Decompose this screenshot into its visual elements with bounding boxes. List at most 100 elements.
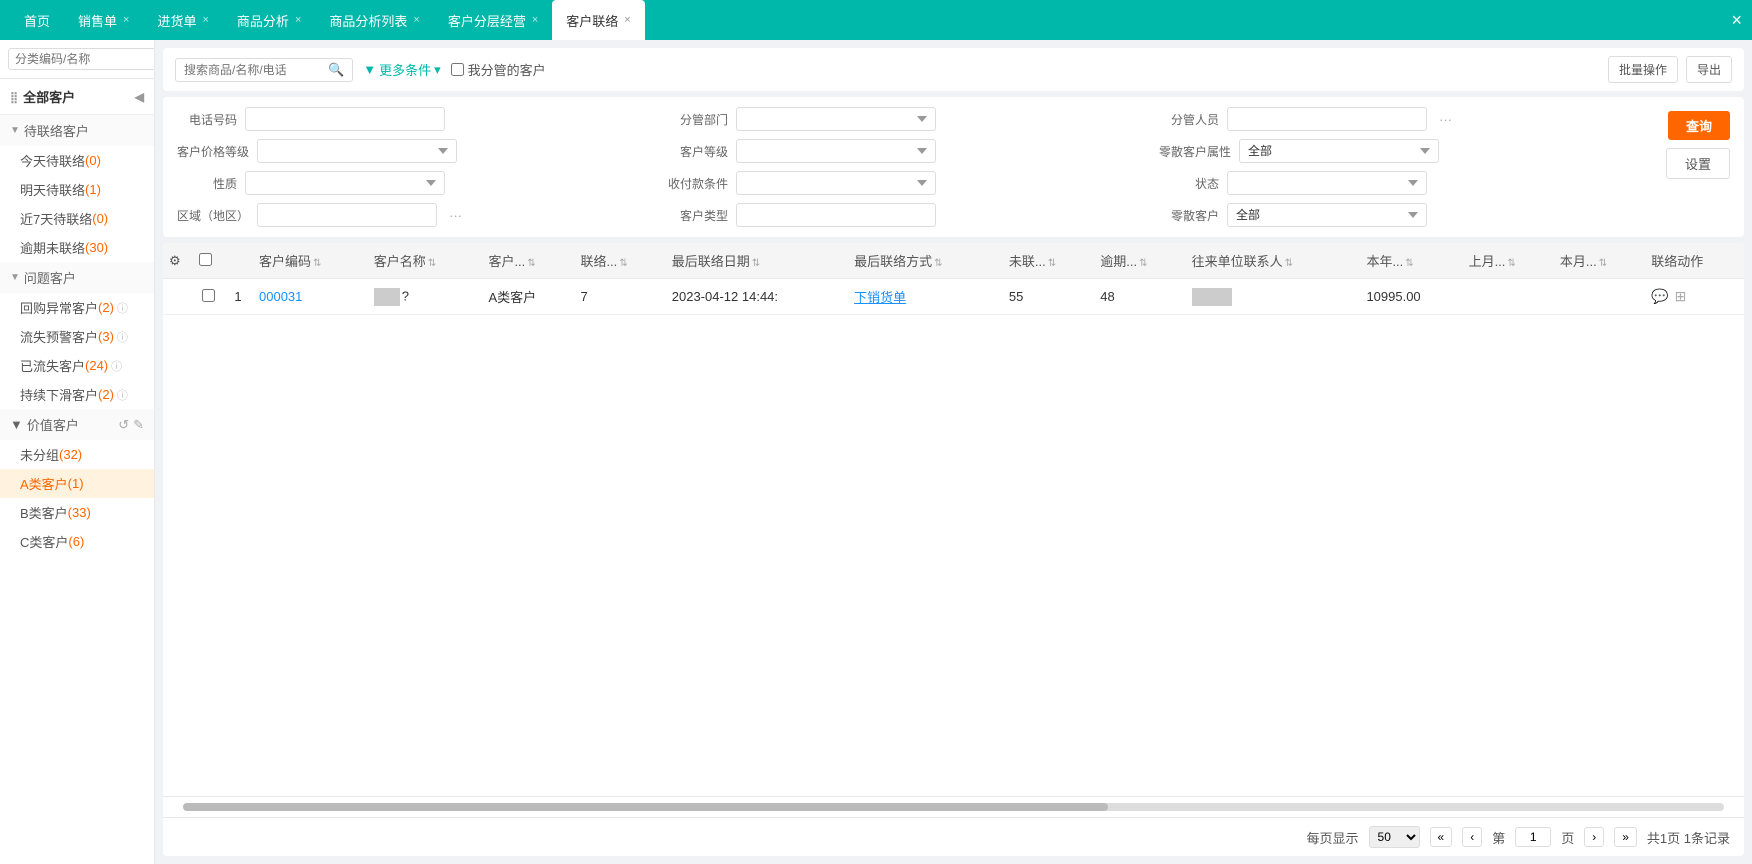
sidebar-item-class-b[interactable]: B类客户(33): [0, 498, 154, 527]
query-buttons-area: 查询 设置: [1650, 107, 1730, 227]
close-product-analysis[interactable]: ×: [295, 14, 301, 26]
select-all-checkbox[interactable]: [199, 253, 212, 266]
setting-button[interactable]: 设置: [1666, 148, 1730, 179]
row-checkbox[interactable]: [202, 289, 215, 302]
nav-sales[interactable]: 销售单 ×: [64, 0, 143, 40]
sidebar-item-class-c[interactable]: C类客户(6): [0, 527, 154, 556]
sidebar-item-7days[interactable]: 近7天待联络(0): [0, 204, 154, 233]
first-page-button[interactable]: «: [1430, 827, 1453, 847]
close-purchase[interactable]: ×: [202, 14, 208, 26]
filter-cell-retail: 零散客户 全部: [1159, 203, 1650, 227]
row-name: ?: [368, 279, 483, 315]
grid-action-icon[interactable]: ⊞: [1675, 288, 1687, 305]
last-page-button[interactable]: »: [1614, 827, 1637, 847]
content-area: 🔍 ▼ 更多条件 ▾ 我分管的客户 批量操作 导出: [155, 40, 1752, 864]
row-unit-contact: [1186, 279, 1361, 315]
phone-input[interactable]: [245, 107, 445, 131]
filter-cell-manager: 分管人员 ···: [1159, 107, 1650, 131]
manager-dots-icon[interactable]: ···: [1435, 112, 1456, 127]
next-page-button[interactable]: ›: [1584, 827, 1604, 847]
customer-grade-label: 客户等级: [668, 143, 728, 160]
sidebar-item-declining[interactable]: 持续下滑客户(2) ⓘ: [0, 380, 154, 409]
dept-select[interactable]: [736, 107, 936, 131]
filter-cell-dept: 分管部门: [668, 107, 1159, 131]
filter-search-input[interactable]: [184, 63, 324, 77]
filter-cell-nature: 性质: [177, 171, 668, 195]
sidebar-section-pending[interactable]: ▼ 待联络客户: [0, 115, 154, 146]
close-product-analysis-list[interactable]: ×: [413, 14, 419, 26]
sidebar-all-customers[interactable]: 全部客户 ◀: [0, 79, 154, 115]
filter-search-icon[interactable]: 🔍: [328, 62, 344, 78]
row-this-year: 10995.00: [1360, 279, 1462, 315]
region-input[interactable]: [257, 203, 437, 227]
nav-product-analysis-list[interactable]: 商品分析列表 ×: [315, 0, 433, 40]
close-customer-segment[interactable]: ×: [532, 14, 538, 26]
retail-label: 零散客户: [1159, 207, 1219, 224]
nav-purchase[interactable]: 进货单 ×: [143, 0, 222, 40]
more-conditions-button[interactable]: ▼ 更多条件 ▾: [363, 60, 440, 79]
sidebar-item-tomorrow[interactable]: 明天待联络(1): [0, 175, 154, 204]
batch-op-button[interactable]: 批量操作: [1608, 56, 1678, 83]
payment-select[interactable]: [736, 171, 936, 195]
retail-select[interactable]: 全部: [1227, 203, 1427, 227]
close-all-button[interactable]: ×: [1731, 10, 1742, 31]
region-dots-icon[interactable]: ···: [445, 208, 466, 223]
retail-attr-select[interactable]: 全部: [1239, 139, 1439, 163]
refresh-icon[interactable]: ↺: [118, 417, 129, 433]
col-unit-contact: 往来单位联系人⇅: [1186, 243, 1361, 279]
sidebar-search-input[interactable]: [8, 48, 155, 70]
filter-cell-price-grade: 客户价格等级: [177, 139, 668, 163]
manager-input[interactable]: [1227, 107, 1427, 131]
nav-product-analysis[interactable]: 商品分析 ×: [223, 0, 315, 40]
horizontal-scrollbar[interactable]: [183, 803, 1724, 811]
info-icon-2: ⓘ: [117, 329, 128, 345]
query-button[interactable]: 查询: [1668, 111, 1730, 140]
customer-type-label: 客户类型: [668, 207, 728, 224]
filter-row-2: 客户价格等级 客户等级 零散客户属性: [177, 139, 1650, 163]
advanced-filter: 电话号码 分管部门 分管人员 ···: [163, 97, 1744, 237]
sidebar-item-unclassified[interactable]: 未分组(32): [0, 440, 154, 469]
close-sales[interactable]: ×: [123, 14, 129, 26]
sidebar-item-overdue[interactable]: 逾期未联络(30): [0, 233, 154, 262]
prev-page-button[interactable]: ‹: [1462, 827, 1482, 847]
row-overdue: 48: [1094, 279, 1185, 315]
col-gear[interactable]: ⚙: [163, 243, 193, 279]
last-method-link[interactable]: 下销货单: [854, 290, 906, 305]
collapse-icon[interactable]: ◀: [135, 90, 144, 104]
col-no: [223, 243, 253, 279]
sidebar-section-value[interactable]: ▼ 价值客户 ↺ ✎: [0, 409, 154, 440]
nav-customer-segment[interactable]: 客户分层经营 ×: [434, 0, 552, 40]
status-select[interactable]: [1227, 171, 1427, 195]
page-label: 第: [1492, 828, 1505, 847]
sidebar-item-repurchase-abnormal[interactable]: 回购异常客户(2) ⓘ: [0, 293, 154, 322]
sidebar-item-churned[interactable]: 已流失客户(24) ⓘ: [0, 351, 154, 380]
main-layout: 🔍 全部客户 ◀ ▼ 待联络客户 今天待联络(0) 明天待联络(1) 近7天待联…: [0, 40, 1752, 864]
sidebar-item-churn-warning[interactable]: 流失预警客户(3) ⓘ: [0, 322, 154, 351]
comment-icon[interactable]: 💬: [1651, 288, 1668, 305]
row-no: 1: [223, 279, 253, 315]
price-grade-select[interactable]: [257, 139, 457, 163]
col-this-year: 本年...⇅: [1360, 243, 1462, 279]
export-button[interactable]: 导出: [1686, 56, 1732, 83]
sidebar-section-problem[interactable]: ▼ 问题客户: [0, 262, 154, 293]
sidebar-item-class-a[interactable]: A类客户(1): [0, 469, 154, 498]
edit-icon[interactable]: ✎: [133, 417, 144, 433]
nature-select[interactable]: [245, 171, 445, 195]
table-header-row: ⚙ 客户编码⇅ 客户名称⇅ 客户...⇅ 联络...⇅ 最后联络日期⇅ 最后联络…: [163, 243, 1744, 279]
filter-bar: 🔍 ▼ 更多条件 ▾ 我分管的客户 批量操作 导出: [163, 48, 1744, 91]
col-overdue: 逾期...⇅: [1094, 243, 1185, 279]
row-code[interactable]: 000031: [253, 279, 368, 315]
nav-customer-contact[interactable]: 客户联络 ×: [552, 0, 644, 40]
row-last-method: 下销货单: [848, 279, 1003, 315]
my-customers-checkbox[interactable]: [451, 63, 464, 76]
nav-home[interactable]: 首页: [10, 0, 64, 40]
page-size-select[interactable]: 50 100 200: [1369, 826, 1420, 848]
customer-grade-select[interactable]: [736, 139, 936, 163]
sidebar-item-today[interactable]: 今天待联络(0): [0, 146, 154, 175]
page-number-input[interactable]: [1515, 827, 1551, 847]
customer-type-input[interactable]: [736, 203, 936, 227]
price-grade-label: 客户价格等级: [177, 143, 249, 160]
close-customer-contact[interactable]: ×: [624, 14, 630, 26]
scrollbar-thumb[interactable]: [183, 803, 1108, 811]
filter-search-area: 🔍: [175, 58, 353, 82]
